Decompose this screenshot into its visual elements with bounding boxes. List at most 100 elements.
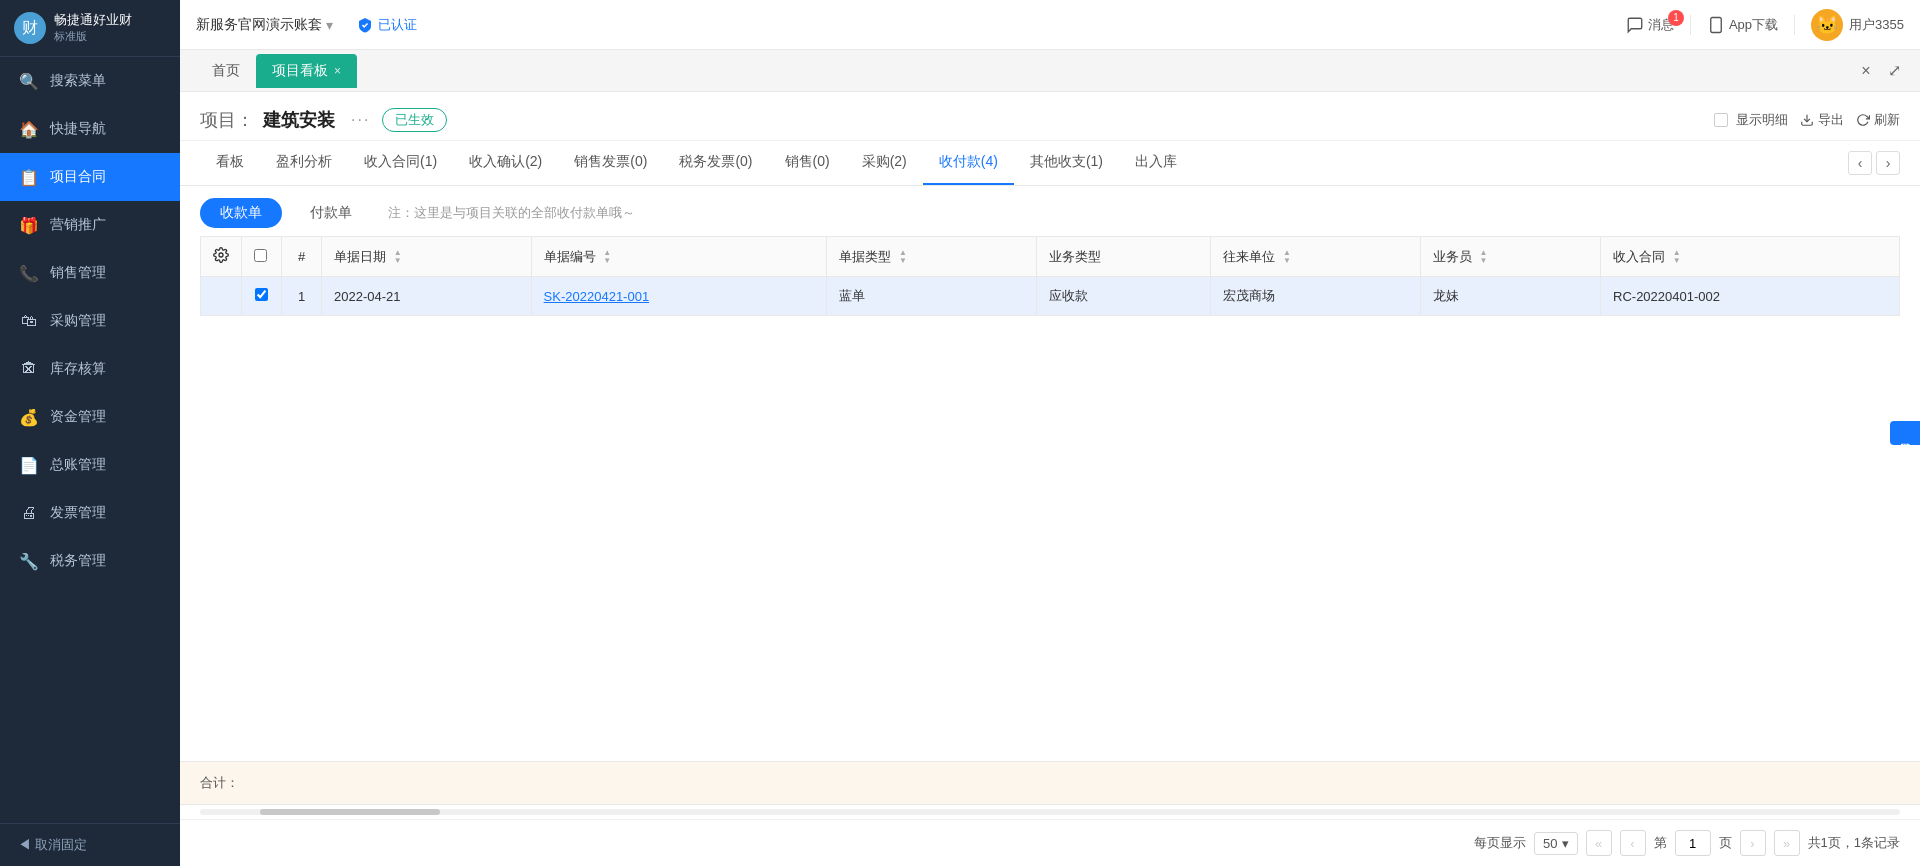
th-income-contract[interactable]: 收入合同 ▲▼ bbox=[1601, 237, 1900, 277]
page-label: 第 bbox=[1654, 834, 1667, 852]
sub-tab-inout[interactable]: 出入库 bbox=[1119, 141, 1193, 185]
inner-tab-receipt[interactable]: 收款单 bbox=[200, 198, 282, 228]
th-checkbox[interactable] bbox=[242, 237, 282, 277]
sidebar-item-ledger[interactable]: 📄 总账管理 bbox=[0, 441, 180, 489]
sidebar-logo: 财 畅捷通好业财 标准版 bbox=[0, 0, 180, 57]
number-sort-icon: ▲▼ bbox=[603, 249, 611, 265]
message-button[interactable]: 消息 1 bbox=[1626, 16, 1674, 34]
app-download-button[interactable]: App下载 bbox=[1707, 16, 1778, 34]
sub-tab-board[interactable]: 看板 bbox=[200, 141, 260, 185]
th-settings[interactable] bbox=[201, 237, 242, 277]
sidebar-item-marketing[interactable]: 🎁 营销推广 bbox=[0, 201, 180, 249]
sidebar-item-label: 项目合同 bbox=[50, 168, 106, 186]
project-icon: 📋 bbox=[18, 166, 40, 188]
show-detail-checkbox[interactable]: 显示明细 bbox=[1714, 111, 1788, 129]
scrollbar-track bbox=[200, 809, 1900, 815]
feedback-button[interactable]: 意见反馈 bbox=[1890, 421, 1920, 445]
horizontal-scrollbar[interactable] bbox=[180, 805, 1920, 819]
settings-icon bbox=[213, 247, 229, 263]
sidebar-item-tax[interactable]: 🔧 税务管理 bbox=[0, 537, 180, 585]
svg-point-3 bbox=[219, 253, 223, 257]
sidebar-item-purchase[interactable]: 🛍 采购管理 bbox=[0, 297, 180, 345]
sidebar-item-label: 库存核算 bbox=[50, 360, 106, 378]
sub-tab-profit[interactable]: 盈利分析 bbox=[260, 141, 348, 185]
message-icon bbox=[1626, 16, 1644, 34]
close-window-button[interactable]: × bbox=[1856, 61, 1876, 81]
certified-label: 已认证 bbox=[378, 16, 417, 34]
per-page-select[interactable]: 50 ▾ bbox=[1534, 832, 1577, 855]
sub-tab-sales[interactable]: 销售(0) bbox=[769, 141, 846, 185]
th-date[interactable]: 单据日期 ▲▼ bbox=[322, 237, 532, 277]
sidebar-item-sales[interactable]: 📞 销售管理 bbox=[0, 249, 180, 297]
sub-tab-payment[interactable]: 收付款(4) bbox=[923, 141, 1014, 185]
sub-tab-income-confirm[interactable]: 收入确认(2) bbox=[453, 141, 558, 185]
sidebar-item-search[interactable]: 🔍 搜索菜单 bbox=[0, 57, 180, 105]
tab-close-icon[interactable]: × bbox=[334, 65, 341, 77]
last-page-button[interactable]: » bbox=[1774, 830, 1800, 856]
next-page-button[interactable]: › bbox=[1740, 830, 1766, 856]
export-button[interactable]: 导出 bbox=[1800, 111, 1844, 129]
th-type[interactable]: 单据类型 ▲▼ bbox=[827, 237, 1037, 277]
topbar: 新服务官网演示账套 ▾ 已认证 消息 1 bbox=[180, 0, 1920, 50]
cell-checkbox[interactable] bbox=[242, 277, 282, 316]
tab-project-board[interactable]: 项目看板 × bbox=[256, 54, 357, 88]
export-label: 导出 bbox=[1818, 111, 1844, 129]
home-icon: 🏠 bbox=[18, 118, 40, 140]
divider2 bbox=[1794, 15, 1795, 35]
row-checkbox[interactable] bbox=[255, 288, 268, 301]
sub-tab-tax-invoice[interactable]: 税务发票(0) bbox=[663, 141, 768, 185]
sub-tabs: 看板 盈利分析 收入合同(1) 收入确认(2) 销售发票(0) 税务发票(0) … bbox=[180, 141, 1920, 186]
income-contract-sort-icon: ▲▼ bbox=[1673, 249, 1681, 265]
refresh-icon bbox=[1856, 113, 1870, 127]
sub-tab-income-contract[interactable]: 收入合同(1) bbox=[348, 141, 453, 185]
inner-tab-payment-label: 付款单 bbox=[310, 204, 352, 220]
sub-tab-prev-button[interactable]: ‹ bbox=[1848, 151, 1872, 175]
project-more-button[interactable]: ··· bbox=[351, 111, 370, 129]
shield-icon bbox=[357, 17, 373, 33]
inventory-icon: 🏚 bbox=[18, 358, 40, 380]
refresh-label: 刷新 bbox=[1874, 111, 1900, 129]
cell-number[interactable]: SK-20220421-001 bbox=[531, 277, 827, 316]
prev-page-button[interactable]: ‹ bbox=[1620, 830, 1646, 856]
certified-badge: 已认证 bbox=[357, 16, 417, 34]
refresh-button[interactable]: 刷新 bbox=[1856, 111, 1900, 129]
sidebar-item-label: 搜索菜单 bbox=[50, 72, 106, 90]
sub-tab-next-button[interactable]: › bbox=[1876, 151, 1900, 175]
scrollbar-thumb[interactable] bbox=[260, 809, 440, 815]
first-page-button[interactable]: « bbox=[1586, 830, 1612, 856]
select-all-checkbox[interactable] bbox=[254, 249, 267, 262]
date-sort-icon: ▲▼ bbox=[394, 249, 402, 265]
sub-tab-sales-invoice[interactable]: 销售发票(0) bbox=[558, 141, 663, 185]
user-menu[interactable]: 🐱 用户3355 bbox=[1811, 9, 1904, 41]
app-logo-icon: 财 bbox=[14, 12, 46, 44]
tabs-bar: 首页 项目看板 × × ⤢ bbox=[180, 50, 1920, 92]
th-salesperson[interactable]: 业务员 ▲▼ bbox=[1420, 237, 1600, 277]
checkbox-icon bbox=[1714, 113, 1728, 127]
sub-tab-purchase[interactable]: 采购(2) bbox=[846, 141, 923, 185]
type-sort-icon: ▲▼ bbox=[899, 249, 907, 265]
project-name: 建筑安装 bbox=[263, 110, 335, 130]
sidebar-item-label: 资金管理 bbox=[50, 408, 106, 426]
avatar: 🐱 bbox=[1811, 9, 1843, 41]
inner-tab-payment[interactable]: 付款单 bbox=[290, 198, 372, 228]
tab-home[interactable]: 首页 bbox=[196, 54, 256, 88]
inner-tab-receipt-label: 收款单 bbox=[220, 204, 262, 220]
document-number-link[interactable]: SK-20220421-001 bbox=[544, 289, 650, 304]
project-selector-name[interactable]: 新服务官网演示账套 bbox=[196, 16, 322, 34]
maximize-window-button[interactable]: ⤢ bbox=[1884, 61, 1904, 81]
sub-tab-other[interactable]: 其他收支(1) bbox=[1014, 141, 1119, 185]
th-partner[interactable]: 往来单位 ▲▼ bbox=[1211, 237, 1421, 277]
sidebar-item-invoice[interactable]: 🖨 发票管理 bbox=[0, 489, 180, 537]
page-number-input[interactable] bbox=[1675, 830, 1711, 856]
search-icon: 🔍 bbox=[18, 70, 40, 92]
table-row[interactable]: 1 2022-04-21 SK-20220421-001 蓝单 应收款 宏茂商场… bbox=[201, 277, 1900, 316]
project-status-badge: 已生效 bbox=[382, 108, 447, 132]
sidebar-item-inventory[interactable]: 🏚 库存核算 bbox=[0, 345, 180, 393]
sidebar-item-funds[interactable]: 💰 资金管理 bbox=[0, 393, 180, 441]
dropdown-icon[interactable]: ▾ bbox=[326, 17, 333, 33]
sidebar-item-project[interactable]: 📋 项目合同 bbox=[0, 153, 180, 201]
th-number[interactable]: 单据编号 ▲▼ bbox=[531, 237, 827, 277]
sidebar-unpin[interactable]: ◀ 取消固定 bbox=[0, 823, 180, 866]
salesperson-sort-icon: ▲▼ bbox=[1479, 249, 1487, 265]
sidebar-item-quicknav[interactable]: 🏠 快捷导航 bbox=[0, 105, 180, 153]
